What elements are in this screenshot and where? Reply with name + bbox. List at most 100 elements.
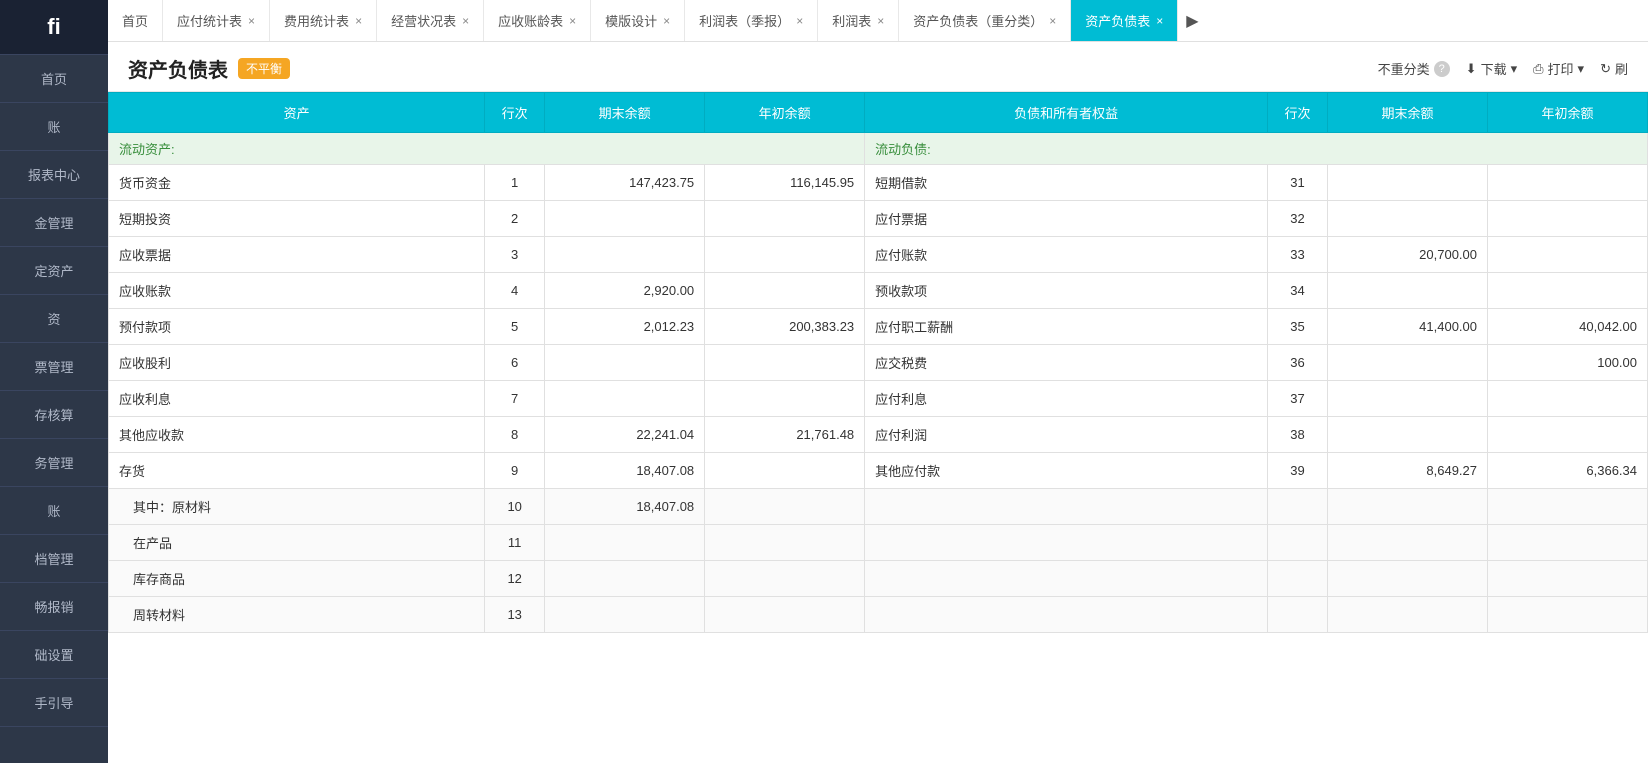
tab-close-payable-stats[interactable]: × [248,14,255,28]
left-end-balance[interactable]: 2,920.00 [545,273,705,309]
tab-close-balance-reclassified[interactable]: × [1049,14,1056,28]
tab-close-operations[interactable]: × [462,14,469,28]
left-name-cell[interactable]: 货币资金 [109,165,485,201]
right-end-balance[interactable] [1328,273,1488,309]
tab-profit-quarterly[interactable]: 利润表（季报） × [685,0,818,42]
left-begin-balance[interactable] [705,525,865,561]
sidebar-item-guide[interactable]: 手引导 [0,679,108,727]
sidebar-item-report-center[interactable]: 报表中心 [0,151,108,199]
left-name-cell[interactable]: 应收利息 [109,381,485,417]
tab-close-profit[interactable]: × [877,14,884,28]
left-name-cell[interactable]: 预付款项 [109,309,485,345]
left-begin-balance[interactable] [705,489,865,525]
right-end-balance[interactable] [1328,525,1488,561]
left-begin-balance[interactable] [705,561,865,597]
right-end-balance[interactable] [1328,381,1488,417]
right-begin-balance[interactable]: 40,042.00 [1488,309,1648,345]
right-end-balance[interactable] [1328,597,1488,633]
right-begin-balance[interactable]: 6,366.34 [1488,453,1648,489]
right-end-balance[interactable] [1328,417,1488,453]
tab-balance-sheet[interactable]: 资产负债表 × [1071,0,1178,42]
left-end-balance[interactable] [545,345,705,381]
right-begin-balance[interactable] [1488,489,1648,525]
left-end-balance[interactable]: 18,407.08 [545,489,705,525]
right-end-balance[interactable] [1328,165,1488,201]
right-end-balance[interactable]: 20,700.00 [1328,237,1488,273]
left-begin-balance[interactable] [705,237,865,273]
left-name-cell[interactable]: 短期投资 [109,201,485,237]
left-end-balance[interactable]: 22,241.04 [545,417,705,453]
category-selector[interactable]: 不重分类 ? [1378,59,1450,78]
tab-profit[interactable]: 利润表 × [818,0,899,42]
tab-payable-stats[interactable]: 应付统计表 × [163,0,270,42]
tab-template-design[interactable]: 模版设计 × [591,0,685,42]
right-name-cell[interactable]: 应付利息 [865,381,1268,417]
left-begin-balance[interactable] [705,201,865,237]
sidebar-item-account[interactable]: 账 [0,103,108,151]
right-name-cell[interactable]: 短期借款 [865,165,1268,201]
left-end-balance[interactable] [545,525,705,561]
right-begin-balance[interactable] [1488,273,1648,309]
download-button[interactable]: ⬇ 下载 ▾ [1466,59,1517,78]
left-name-cell[interactable]: 周转材料 [109,597,485,633]
left-end-balance[interactable]: 147,423.75 [545,165,705,201]
left-end-balance[interactable] [545,381,705,417]
left-begin-balance[interactable] [705,597,865,633]
left-name-cell[interactable]: 应收股利 [109,345,485,381]
sidebar-item-capital[interactable]: 资 [0,295,108,343]
left-end-balance[interactable] [545,201,705,237]
right-begin-balance[interactable] [1488,597,1648,633]
right-end-balance[interactable] [1328,489,1488,525]
right-begin-balance[interactable] [1488,381,1648,417]
tab-operations[interactable]: 经营状况表 × [377,0,484,42]
right-name-cell[interactable]: 其他应付款 [865,453,1268,489]
left-begin-balance[interactable]: 21,761.48 [705,417,865,453]
right-name-cell[interactable]: 应付账款 [865,237,1268,273]
right-name-cell[interactable]: 应付职工薪酬 [865,309,1268,345]
right-end-balance[interactable]: 8,649.27 [1328,453,1488,489]
left-name-cell[interactable]: 其中：原材料 [109,489,485,525]
left-name-cell[interactable]: 应收账款 [109,273,485,309]
tab-scroll-right[interactable]: ▶ [1178,0,1206,42]
left-name-cell[interactable]: 应收票据 [109,237,485,273]
right-name-cell[interactable]: 应付票据 [865,201,1268,237]
sidebar-item-affairs-mgmt[interactable]: 务管理 [0,439,108,487]
left-name-cell[interactable]: 存货 [109,453,485,489]
right-name-cell[interactable] [865,597,1268,633]
left-begin-balance[interactable] [705,273,865,309]
left-name-cell[interactable]: 其他应收款 [109,417,485,453]
sidebar-item-doc-mgmt[interactable]: 档管理 [0,535,108,583]
sidebar-item-inventory[interactable]: 存核算 [0,391,108,439]
sidebar-item-ledger[interactable]: 账 [0,487,108,535]
tab-close-expense-stats[interactable]: × [355,14,362,28]
left-end-balance[interactable] [545,237,705,273]
right-end-balance[interactable] [1328,201,1488,237]
tab-expense-stats[interactable]: 费用统计表 × [270,0,377,42]
right-end-balance[interactable] [1328,561,1488,597]
tab-balance-reclassified[interactable]: 资产负债表（重分类） × [899,0,1071,42]
print-button[interactable]: ⎙ 打印 ▾ [1533,59,1584,78]
right-begin-balance[interactable] [1488,561,1648,597]
left-name-cell[interactable]: 库存商品 [109,561,485,597]
right-name-cell[interactable] [865,561,1268,597]
right-name-cell[interactable] [865,489,1268,525]
right-begin-balance[interactable] [1488,525,1648,561]
left-name-cell[interactable]: 在产品 [109,525,485,561]
left-end-balance[interactable] [545,597,705,633]
left-end-balance[interactable]: 2,012.23 [545,309,705,345]
left-begin-balance[interactable] [705,345,865,381]
right-name-cell[interactable]: 应付利润 [865,417,1268,453]
right-begin-balance[interactable] [1488,417,1648,453]
tab-receivable-aging[interactable]: 应收账龄表 × [484,0,591,42]
sidebar-item-settings[interactable]: 础设置 [0,631,108,679]
right-begin-balance[interactable]: 100.00 [1488,345,1648,381]
right-begin-balance[interactable] [1488,201,1648,237]
tab-close-template-design[interactable]: × [663,14,670,28]
left-begin-balance[interactable] [705,453,865,489]
tab-close-receivable-aging[interactable]: × [569,14,576,28]
tab-close-balance-sheet[interactable]: × [1156,14,1163,28]
left-end-balance[interactable]: 18,407.08 [545,453,705,489]
sidebar-item-fund-mgmt[interactable]: 金管理 [0,199,108,247]
sidebar-item-expense[interactable]: 畅报销 [0,583,108,631]
refresh-button[interactable]: ↻ 刷 [1600,59,1628,78]
